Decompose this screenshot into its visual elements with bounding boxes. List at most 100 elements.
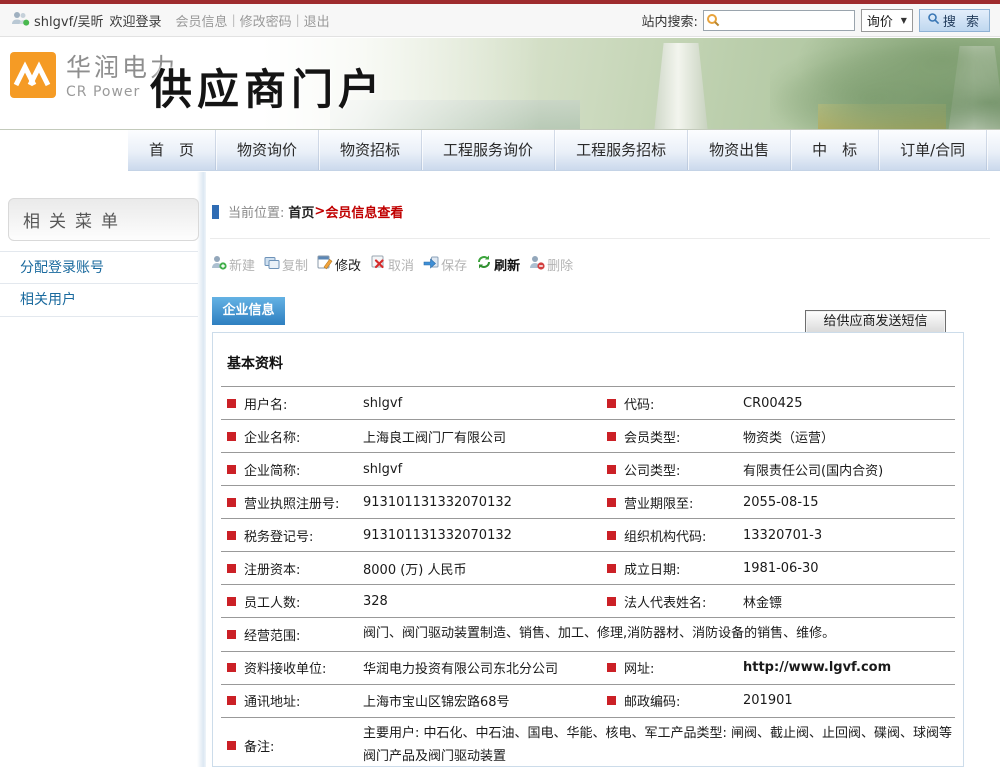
red-bullet-icon xyxy=(607,531,616,540)
field-label: 资料接收单位: xyxy=(244,658,326,677)
user-bar: shlgvf/吴昕 欢迎登录 会员信息 | 修改密码 | 退出 站内搜索: 询价… xyxy=(0,4,1000,37)
table-row: 员工人数: 328 法人代表姓名: 林金镖 xyxy=(221,584,955,617)
field-value: 华润电力投资有限公司东北分公司 xyxy=(363,656,601,679)
field-label: 营业执照注册号: xyxy=(244,493,339,512)
refresh-button[interactable]: 刷新 xyxy=(476,254,520,274)
field-value: 13320701-3 xyxy=(743,526,955,545)
search-button-label: 搜 索 xyxy=(943,11,982,30)
new-button[interactable]: 新建 xyxy=(211,254,255,274)
field-label: 企业名称: xyxy=(244,427,300,446)
nav-service-bidding[interactable]: 工程服务招标 xyxy=(555,130,688,170)
field-label: 通讯地址: xyxy=(244,691,300,710)
field-label: 营业期限至: xyxy=(624,493,693,512)
search-button[interactable]: 搜 索 xyxy=(919,9,990,32)
search-category-value: 询价 xyxy=(867,11,893,30)
breadcrumb-home[interactable]: 首页 xyxy=(288,202,314,221)
table-row: 注册资本: 8000 (万) 人民币 成立日期: 1981-06-30 xyxy=(221,551,955,584)
field-label: 网址: xyxy=(624,658,654,677)
edit-pencil-icon xyxy=(317,254,333,274)
sidebar-item-related-users[interactable]: 相关用户 xyxy=(0,284,198,317)
website-value: http://www.lgvf.com xyxy=(743,658,955,677)
nav-material-inquiry[interactable]: 物资询价 xyxy=(216,130,319,170)
search-input-magnifier-icon xyxy=(706,12,720,31)
portal-title: 供应商门户 xyxy=(150,56,385,117)
save-button[interactable]: 保存 xyxy=(423,254,467,274)
profile-table: 用户名: shlgvf 代码: CR00425 企业名称: 上海良工阀门厂有限公… xyxy=(221,386,955,767)
field-value: 林金镖 xyxy=(743,590,955,613)
table-row: 备注: 主要用户: 中石化、中石油、国电、华能、核电、军工产品类型: 闸阀、截止… xyxy=(221,717,955,767)
cancel-x-icon xyxy=(370,254,386,274)
nav-material-bidding[interactable]: 物资招标 xyxy=(319,130,422,170)
red-bullet-icon xyxy=(227,741,236,750)
field-label: 邮政编码: xyxy=(624,691,680,710)
table-row: 营业执照注册号: 913101131332070132 营业期限至: 2055-… xyxy=(221,485,955,518)
field-value: shlgvf xyxy=(363,460,601,479)
cr-power-logo-icon xyxy=(10,52,56,102)
table-row: 企业简称: shlgvf 公司类型: 有限责任公司(国内合资) xyxy=(221,452,955,485)
breadcrumb: 当前位置: 首页 > 会员信息查看 xyxy=(212,202,403,221)
sidebar-edge xyxy=(197,172,206,767)
table-row: 经营范围: 阀门、阀门驱动装置制造、销售、加工、修理,消防器材、消防设备的销售、… xyxy=(221,617,955,651)
field-value: 8000 (万) 人民币 xyxy=(363,557,601,580)
search-category-dropdown[interactable]: 询价 ▼ xyxy=(861,9,913,32)
red-bullet-icon xyxy=(227,564,236,573)
modify-button[interactable]: 修改 xyxy=(317,254,361,274)
red-bullet-icon xyxy=(227,630,236,639)
sidebar-item-assign-accounts[interactable]: 分配登录账号 xyxy=(0,251,198,284)
red-bullet-icon xyxy=(227,597,236,606)
chevron-down-icon: ▼ xyxy=(901,16,907,25)
nav-material-sale[interactable]: 物资出售 xyxy=(688,130,791,170)
page: shlgvf/吴昕 欢迎登录 会员信息 | 修改密码 | 退出 站内搜索: 询价… xyxy=(0,0,1000,767)
member-info-link[interactable]: 会员信息 xyxy=(176,11,228,30)
red-bullet-icon xyxy=(607,399,616,408)
field-value: 有限责任公司(国内合资) xyxy=(743,458,955,481)
field-label: 税务登记号: xyxy=(244,526,313,545)
field-label: 组织机构代码: xyxy=(624,526,706,545)
red-bullet-icon xyxy=(607,432,616,441)
red-bullet-icon xyxy=(227,663,236,672)
welcome-text: 欢迎登录 xyxy=(110,11,162,30)
send-sms-button[interactable]: 给供应商发送短信 xyxy=(805,310,946,334)
table-row: 企业名称: 上海良工阀门厂有限公司 会员类型: 物资类（运营） xyxy=(221,419,955,452)
tab-company-info[interactable]: 企业信息 xyxy=(212,297,285,325)
field-label: 公司类型: xyxy=(624,460,680,479)
field-label: 经营范围: xyxy=(244,625,300,644)
sidebar-title: 相关菜单 xyxy=(9,207,127,232)
section-title: 基本资料 xyxy=(221,333,955,373)
save-arrow-icon xyxy=(423,254,439,274)
delete-button[interactable]: 删除 xyxy=(529,254,573,274)
red-bullet-icon xyxy=(227,498,236,507)
nav-home[interactable]: 首 页 xyxy=(128,130,216,170)
copy-button[interactable]: 复制 xyxy=(264,254,308,274)
field-label: 员工人数: xyxy=(244,592,300,611)
sidebar: 相关菜单 分配登录账号 相关用户 xyxy=(0,172,206,767)
table-row: 通讯地址: 上海市宝山区锦宏路68号 邮政编码: 201901 xyxy=(221,684,955,717)
field-value: 201901 xyxy=(743,691,955,710)
cancel-button[interactable]: 取消 xyxy=(370,254,414,274)
main-nav: 首 页 物资询价 物资招标 工程服务询价 工程服务招标 物资出售 中 标 订单/… xyxy=(128,130,1000,171)
site-search: 站内搜索: 询价 ▼ 搜 索 xyxy=(641,9,990,32)
change-password-link[interactable]: 修改密码 xyxy=(240,11,292,30)
field-value: 上海市宝山区锦宏路68号 xyxy=(363,689,601,712)
field-label: 代码: xyxy=(624,394,654,413)
field-value: 328 xyxy=(363,592,601,611)
field-label: 用户名: xyxy=(244,394,287,413)
red-bullet-icon xyxy=(607,663,616,672)
search-button-magnifier-icon xyxy=(927,12,940,29)
field-label: 会员类型: xyxy=(624,427,680,446)
user-plus-icon xyxy=(211,254,227,274)
nav-service-inquiry[interactable]: 工程服务询价 xyxy=(422,130,555,170)
search-input[interactable] xyxy=(703,10,855,31)
copy-card-icon xyxy=(264,254,280,274)
logout-link[interactable]: 退出 xyxy=(304,11,330,30)
field-value: 913101131332070132 xyxy=(363,526,601,545)
divider: | xyxy=(296,13,300,27)
nav-orders-contracts[interactable]: 订单/合同 xyxy=(879,130,987,170)
banner: 华润电力 CR Power 供应商门户 xyxy=(0,38,1000,130)
field-value: 2055-08-15 xyxy=(743,493,955,512)
field-label: 成立日期: xyxy=(624,559,680,578)
breadcrumb-marker-icon xyxy=(212,205,219,219)
field-value: shlgvf xyxy=(363,394,601,413)
nav-awarded[interactable]: 中 标 xyxy=(791,130,879,170)
red-bullet-icon xyxy=(227,696,236,705)
